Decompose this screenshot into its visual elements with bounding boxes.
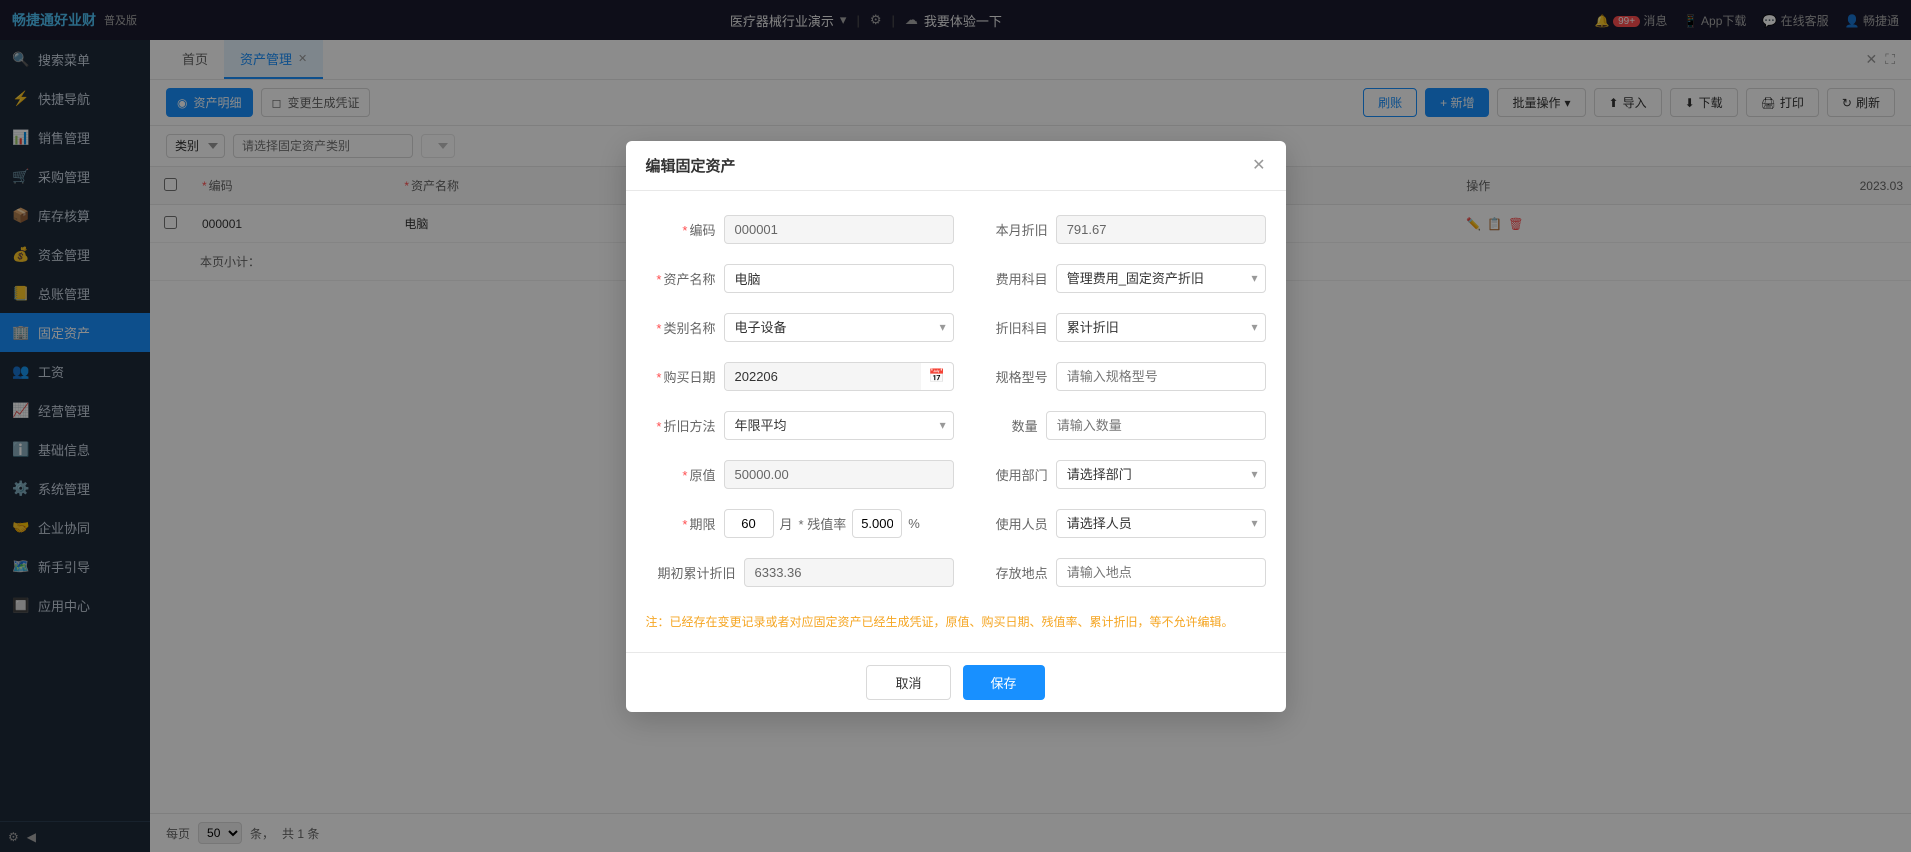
depreciation-subject-select[interactable]: 累计折旧 (1056, 313, 1266, 342)
modal-close-btn[interactable]: ✕ (1252, 155, 1265, 175)
form-row-storage-location: 存放地点 (978, 558, 1266, 587)
spec-model-label: 规格型号 (978, 367, 1048, 386)
current-depreciation-label: 本月折旧 (978, 220, 1048, 239)
period-row: 月 * 残值率 % (724, 509, 920, 538)
form-row-expense-subject: 费用科目 管理费用_固定资产折旧 (978, 264, 1266, 293)
cancel-button[interactable]: 取消 (866, 665, 950, 700)
quantity-label: 数量 (978, 416, 1038, 435)
modal-footer: 取消 保存 (626, 652, 1286, 712)
use-person-label: 使用人员 (978, 514, 1048, 533)
form-row-initial-accum: 期初累计折旧 (646, 558, 954, 587)
form-row-current-depreciation: 本月折旧 (978, 215, 1266, 244)
edit-asset-modal: 编辑固定资产 ✕ 编码 本月折旧 资产名称 (626, 141, 1286, 712)
save-button[interactable]: 保存 (963, 665, 1045, 700)
form-row-depreciation-subject: 折旧科目 累计折旧 (978, 313, 1266, 342)
form-row-original-value: 原值 (646, 460, 954, 489)
modal-note: 注：已经存在变更记录或者对应固定资产已经生成凭证，原值、购买日期、残值率、累计折… (646, 607, 1266, 636)
residual-rate-unit: % (908, 516, 920, 531)
code-label: 编码 (646, 220, 716, 239)
residual-rate-input[interactable] (852, 509, 902, 538)
original-value-label: 原值 (646, 465, 716, 484)
purchase-date-label: 购买日期 (646, 367, 716, 386)
storage-location-input[interactable] (1056, 558, 1266, 587)
modal-overlay[interactable]: 编辑固定资产 ✕ 编码 本月折旧 资产名称 (0, 0, 1911, 852)
form-row-depreciation-method: 折旧方法 年限平均 (646, 411, 954, 440)
purchase-date-input[interactable] (725, 363, 921, 390)
code-input[interactable] (724, 215, 954, 244)
current-depreciation-input (1056, 215, 1266, 244)
use-person-wrapper: 请选择人员 (1056, 509, 1266, 538)
quantity-input[interactable] (1046, 411, 1266, 440)
form-row-spec-model: 规格型号 (978, 362, 1266, 391)
asset-name-label: 资产名称 (646, 269, 716, 288)
modal-header: 编辑固定资产 ✕ (626, 141, 1286, 191)
use-department-label: 使用部门 (978, 465, 1048, 484)
form-row-quantity: 数量 (978, 411, 1266, 440)
depreciation-subject-label: 折旧科目 (978, 318, 1048, 337)
initial-accum-input (744, 558, 954, 587)
form-grid: 编码 本月折旧 资产名称 费用科目 (646, 215, 1266, 636)
form-row-use-department: 使用部门 请选择部门 (978, 460, 1266, 489)
form-row-period: 期限 月 * 残值率 % (646, 509, 954, 538)
period-unit: 月 (780, 514, 793, 533)
original-value-input (724, 460, 954, 489)
category-select[interactable]: 电子设备 (724, 313, 954, 342)
depreciation-method-select[interactable]: 年限平均 (724, 411, 954, 440)
period-label: 期限 (646, 514, 716, 533)
modal-title: 编辑固定资产 (646, 155, 736, 176)
depreciation-subject-select-wrapper: 累计折旧 (1056, 313, 1266, 342)
spec-model-input[interactable] (1056, 362, 1266, 391)
form-row-asset-name: 资产名称 (646, 264, 954, 293)
use-person-select[interactable]: 请选择人员 (1056, 509, 1266, 538)
form-row-purchase-date: 购买日期 📅 (646, 362, 954, 391)
calendar-icon[interactable]: 📅 (921, 368, 953, 384)
expense-subject-select-wrapper: 管理费用_固定资产折旧 (1056, 264, 1266, 293)
purchase-date-wrapper: 📅 (724, 362, 954, 391)
use-department-wrapper: 请选择部门 (1056, 460, 1266, 489)
initial-accum-label: 期初累计折旧 (646, 563, 736, 582)
expense-subject-label: 费用科目 (978, 269, 1048, 288)
category-select-wrapper: 电子设备 (724, 313, 954, 342)
form-row-use-person: 使用人员 请选择人员 (978, 509, 1266, 538)
depreciation-method-wrapper: 年限平均 (724, 411, 954, 440)
period-input[interactable] (724, 509, 774, 538)
depreciation-method-label: 折旧方法 (646, 416, 716, 435)
storage-location-label: 存放地点 (978, 563, 1048, 582)
modal-body: 编码 本月折旧 资产名称 费用科目 (626, 191, 1286, 652)
residual-rate-label: * 残值率 (799, 514, 847, 533)
asset-name-input[interactable] (724, 264, 954, 293)
use-department-select[interactable]: 请选择部门 (1056, 460, 1266, 489)
category-label: 类别名称 (646, 318, 716, 337)
form-row-category: 类别名称 电子设备 (646, 313, 954, 342)
expense-subject-select[interactable]: 管理费用_固定资产折旧 (1056, 264, 1266, 293)
form-row-code: 编码 (646, 215, 954, 244)
